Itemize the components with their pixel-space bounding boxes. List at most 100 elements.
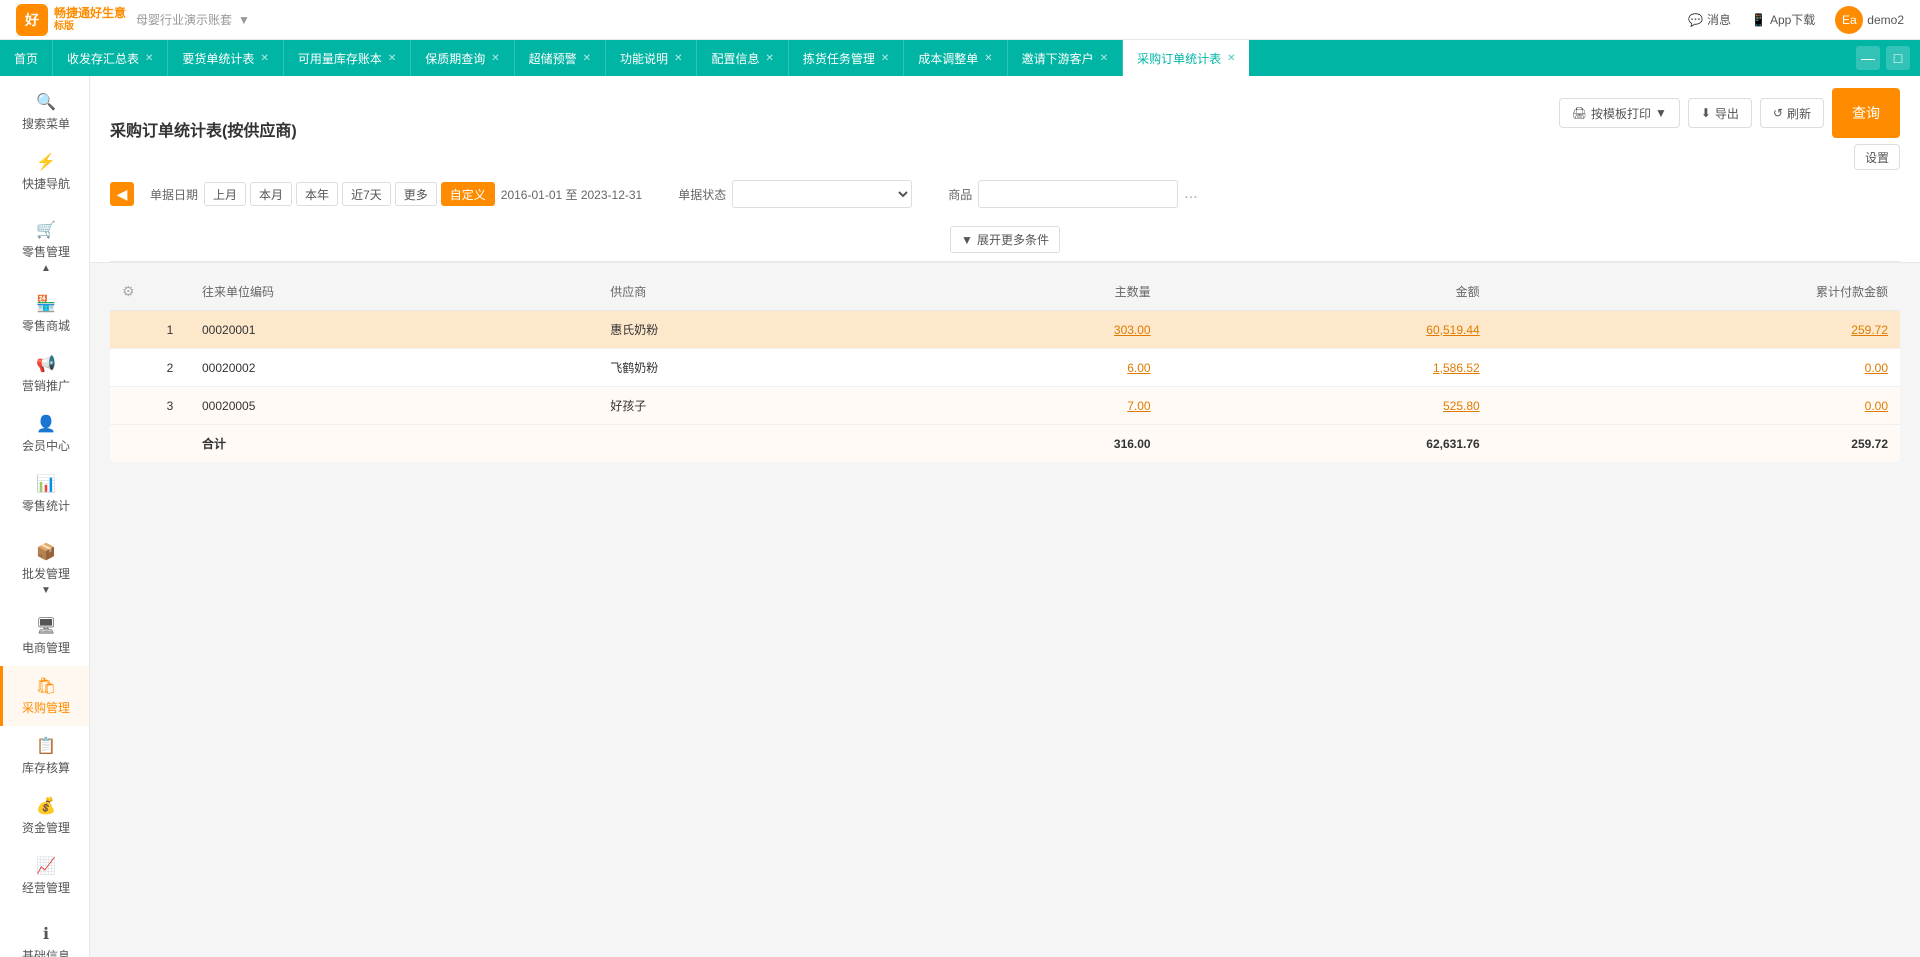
close-tab-8[interactable]: ✕ xyxy=(881,53,889,64)
sidebar-item-stock[interactable]: 📋 库存核算 xyxy=(0,726,89,786)
tab-stock-book[interactable]: 可用量库存账本 ✕ xyxy=(284,40,411,76)
col-qty: 主数量 xyxy=(905,273,1163,311)
table-row[interactable]: 1 00020001 惠氏奶粉 303.00 60,519.44 259.72 xyxy=(110,311,1900,349)
row-3-checkbox[interactable] xyxy=(110,387,150,425)
page-header: 采购订单统计表(按供应商) 🖨 按模板打印 ▼ ⬇ 导出 xyxy=(90,76,1920,263)
tab-home[interactable]: 首页 xyxy=(0,40,53,76)
col-code: 往来单位编码 xyxy=(190,273,598,311)
goods-more-icon[interactable]: ... xyxy=(1184,185,1197,203)
tab-purchase-order-stats[interactable]: 采购订单统计表 ✕ xyxy=(1123,40,1249,76)
close-tab-6[interactable]: ✕ xyxy=(674,53,682,64)
settings-button[interactable]: 设置 xyxy=(1854,144,1900,170)
col-settings[interactable]: ⚙ xyxy=(110,273,150,311)
row-2-qty[interactable]: 6.00 xyxy=(905,349,1163,387)
date-this-year[interactable]: 本年 xyxy=(296,182,338,206)
sidebar-item-marketing[interactable]: 📢 营销推广 xyxy=(0,344,89,404)
sidebar-item-finance[interactable]: 💰 资金管理 xyxy=(0,786,89,846)
date-last-7-days[interactable]: 近7天 xyxy=(342,182,391,206)
template-print-button[interactable]: 🖨 按模板打印 ▼ xyxy=(1559,98,1680,128)
sidebar-item-operations[interactable]: 📈 经营管理 xyxy=(0,846,89,906)
refresh-button[interactable]: ↺ 刷新 xyxy=(1760,98,1824,128)
table-settings-icon[interactable]: ⚙ xyxy=(122,283,135,299)
tab-order-stats[interactable]: 要货单统计表 ✕ xyxy=(168,40,283,76)
row-2-index: 2 xyxy=(150,349,190,387)
status-filter-group: 单据状态 xyxy=(678,180,912,208)
date-last-month[interactable]: 上月 xyxy=(204,182,246,206)
date-this-month[interactable]: 本月 xyxy=(250,182,292,206)
sidebar-item-ecommerce[interactable]: 🖥 电商管理 xyxy=(0,606,89,666)
collapse-filter-btn[interactable]: ◀ xyxy=(110,182,134,206)
logo-icon: 好 xyxy=(16,4,48,36)
user-avatar-area[interactable]: Ea demo2 xyxy=(1835,6,1904,34)
expand-more-btn[interactable]: ▼ 展开更多条件 xyxy=(950,226,1060,253)
date-more[interactable]: 更多 xyxy=(395,182,437,206)
app-download-button[interactable]: 📱 App下载 xyxy=(1751,11,1815,28)
nav-minimize-btn[interactable]: — xyxy=(1856,46,1880,70)
row-3-paid[interactable]: 0.00 xyxy=(1492,387,1900,425)
col-index xyxy=(150,273,190,311)
close-tab-1[interactable]: ✕ xyxy=(145,53,153,64)
table-body: 1 00020001 惠氏奶粉 303.00 60,519.44 259.72 xyxy=(110,311,1900,425)
row-1-qty[interactable]: 303.00 xyxy=(905,311,1163,349)
sidebar-item-quick-nav[interactable]: ⚡ 快捷导航 xyxy=(0,142,89,202)
tab-config[interactable]: 配置信息 ✕ xyxy=(697,40,788,76)
close-tab-9[interactable]: ✕ xyxy=(984,53,992,64)
sidebar-item-member[interactable]: 👤 会员中心 xyxy=(0,404,89,464)
close-tab-7[interactable]: ✕ xyxy=(765,53,773,64)
row-1-paid[interactable]: 259.72 xyxy=(1492,311,1900,349)
footer-index xyxy=(150,425,190,463)
close-tab-3[interactable]: ✕ xyxy=(388,53,396,64)
filter-row: ◀ 单据日期 上月 本月 本年 近7天 更多 自定义 2016-01-01 至 … xyxy=(110,180,1900,208)
marketing-icon: 📢 xyxy=(36,354,56,374)
row-3-qty[interactable]: 7.00 xyxy=(905,387,1163,425)
sidebar-item-retail-stats[interactable]: 📊 零售统计 xyxy=(0,464,89,524)
tab-shelf-life[interactable]: 保质期查询 ✕ xyxy=(411,40,514,76)
row-3-amount[interactable]: 525.80 xyxy=(1163,387,1492,425)
sidebar-item-search[interactable]: 🔍 搜索菜单 xyxy=(0,82,89,142)
sidebar-item-basic-info[interactable]: ℹ 基础信息 xyxy=(0,914,89,957)
table-footer-row: 合计 316.00 62,631.76 259.72 xyxy=(110,425,1900,463)
tab-cost-adjust[interactable]: 成本调整单 ✕ xyxy=(904,40,1007,76)
footer-label: 合计 xyxy=(190,425,598,463)
close-tab-2[interactable]: ✕ xyxy=(260,53,268,64)
table-row[interactable]: 3 00020005 好孩子 7.00 525.80 0.00 xyxy=(110,387,1900,425)
print-icon: 🖨 xyxy=(1572,106,1587,120)
close-tab-5[interactable]: ✕ xyxy=(583,53,591,64)
tab-pick-task[interactable]: 拣货任务管理 ✕ xyxy=(789,40,904,76)
close-tab-4[interactable]: ✕ xyxy=(491,53,499,64)
row-2-paid[interactable]: 0.00 xyxy=(1492,349,1900,387)
tab-receipt-summary[interactable]: 收发存汇总表 ✕ xyxy=(53,40,168,76)
sidebar-item-purchase[interactable]: 🛍 采购管理 xyxy=(0,666,89,726)
row-1-supplier: 惠氏奶粉 xyxy=(598,311,904,349)
sidebar-item-retail-mgmt[interactable]: 🛒 零售管理 ▲ xyxy=(0,210,89,284)
close-tab-11[interactable]: ✕ xyxy=(1227,53,1235,64)
nav-maximize-btn[interactable]: □ xyxy=(1886,46,1910,70)
row-1-checkbox[interactable] xyxy=(110,311,150,349)
data-table: ⚙ 往来单位编码 供应商 主数量 金额 累计付款金额 1 00020001 xyxy=(110,273,1900,462)
footer-checkbox xyxy=(110,425,150,463)
breadcrumb[interactable]: 母婴行业演示账套 ▼ xyxy=(136,11,250,28)
date-filter-group: 单据日期 上月 本月 本年 近7天 更多 自定义 2016-01-01 至 20… xyxy=(150,182,642,206)
row-1-amount[interactable]: 60,519.44 xyxy=(1163,311,1492,349)
goods-filter-group: 商品 ... xyxy=(948,180,1197,208)
logo-text: 畅捷通好生意 标版 xyxy=(54,6,126,32)
row-2-amount[interactable]: 1,586.52 xyxy=(1163,349,1492,387)
message-button[interactable]: 💬 消息 xyxy=(1688,11,1731,28)
date-custom[interactable]: 自定义 xyxy=(441,182,495,206)
retail-shop-icon: 🏪 xyxy=(36,294,56,314)
footer-amount: 62,631.76 xyxy=(1163,425,1492,463)
export-button[interactable]: ⬇ 导出 xyxy=(1688,98,1752,128)
tab-overstock[interactable]: 超储预警 ✕ xyxy=(515,40,606,76)
close-tab-10[interactable]: ✕ xyxy=(1100,53,1108,64)
expand-more-icon: ▼ xyxy=(961,233,973,247)
sidebar-item-wholesale[interactable]: 📦 批发管理 ▼ xyxy=(0,532,89,606)
row-2-checkbox[interactable] xyxy=(110,349,150,387)
table-row[interactable]: 2 00020002 飞鹤奶粉 6.00 1,586.52 0.00 xyxy=(110,349,1900,387)
query-button[interactable]: 查询 xyxy=(1832,88,1900,138)
sidebar-item-retail-shop[interactable]: 🏪 零售商城 xyxy=(0,284,89,344)
status-select[interactable] xyxy=(732,180,912,208)
goods-input[interactable] xyxy=(978,180,1178,208)
tab-invite-downstream[interactable]: 邀请下游客户 ✕ xyxy=(1008,40,1123,76)
tab-function-desc[interactable]: 功能说明 ✕ xyxy=(606,40,697,76)
template-arrow-icon: ▼ xyxy=(1655,106,1667,120)
